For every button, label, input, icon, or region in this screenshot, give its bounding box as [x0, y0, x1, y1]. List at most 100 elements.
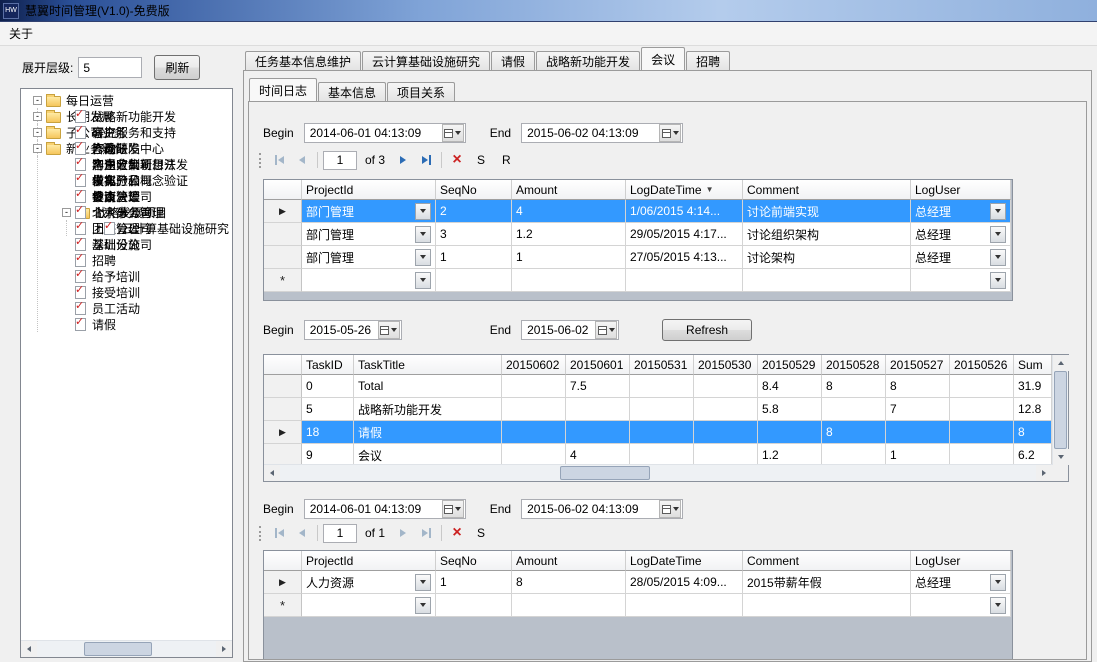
- column-header-ProjectId[interactable]: ProjectId: [302, 551, 436, 571]
- cell-20150531[interactable]: [630, 444, 694, 465]
- grid-row[interactable]: 部门管理31.229/05/2015 4:17...讨论组织架构总经理: [264, 223, 1012, 246]
- cell-ProjectId[interactable]: [302, 594, 436, 617]
- cell-20150526[interactable]: [950, 421, 1014, 444]
- cell-SeqNo[interactable]: [436, 269, 512, 292]
- main-tab-2[interactable]: 请假: [491, 51, 535, 70]
- cell-20150531[interactable]: [630, 398, 694, 421]
- cell-20150529[interactable]: 1.2: [758, 444, 822, 465]
- tree-expander-icon[interactable]: -: [33, 96, 42, 105]
- calendar-dropdown-icon[interactable]: [595, 321, 617, 339]
- tree-item[interactable]: ✓员工活动: [62, 300, 232, 316]
- cell-ProjectId[interactable]: 部门管理: [302, 246, 436, 269]
- tree-item[interactable]: ✓给予培训: [62, 268, 232, 284]
- dropdown-button[interactable]: [990, 272, 1006, 289]
- move-last-button[interactable]: [416, 150, 436, 170]
- main-tab-0[interactable]: 任务基本信息维护: [245, 51, 361, 70]
- cell-LogUser[interactable]: 总经理: [911, 200, 1011, 223]
- scrollbar-track[interactable]: [37, 641, 216, 657]
- cell-LogUser[interactable]: 总经理: [911, 223, 1011, 246]
- column-header-20150526[interactable]: 20150526: [950, 355, 1014, 375]
- column-header-20150602[interactable]: 20150602: [502, 355, 566, 375]
- cell-TaskID[interactable]: 9: [302, 444, 354, 465]
- cell-ProjectId[interactable]: 人力资源: [302, 571, 436, 594]
- column-header-TaskTitle[interactable]: TaskTitle: [354, 355, 502, 375]
- save-button[interactable]: S: [470, 524, 492, 542]
- grid-corner-cell[interactable]: [264, 551, 302, 571]
- tree-expander-icon[interactable]: -: [62, 208, 71, 217]
- cell-Sum[interactable]: 31.9: [1014, 375, 1052, 398]
- bottom-end-datetime-picker[interactable]: 2015-06-02 04:13:09: [521, 499, 683, 519]
- column-header-LogDateTime[interactable]: LogDateTime: [626, 551, 743, 571]
- cell-LogUser[interactable]: 总经理: [911, 246, 1011, 269]
- detail-tab-2[interactable]: 项目关系: [387, 82, 455, 101]
- move-previous-button[interactable]: [292, 150, 312, 170]
- refresh-summary-button[interactable]: Refresh: [662, 319, 752, 341]
- row-header[interactable]: [264, 246, 302, 269]
- cell-Amount[interactable]: [512, 269, 626, 292]
- column-header-Comment[interactable]: Comment: [743, 180, 911, 200]
- save-button[interactable]: S: [470, 151, 492, 169]
- tree-item[interactable]: ✓产生收集新想法: [62, 156, 232, 172]
- scroll-up-button[interactable]: [1053, 355, 1069, 371]
- scroll-down-button[interactable]: [1053, 449, 1069, 465]
- main-tab-5[interactable]: 招聘: [686, 51, 730, 70]
- grid-row[interactable]: 0Total7.58.48831.9: [264, 375, 1052, 398]
- dropdown-button[interactable]: [990, 226, 1006, 243]
- dropdown-button[interactable]: [990, 574, 1006, 591]
- position-input[interactable]: 1: [323, 151, 357, 170]
- column-header-20150601[interactable]: 20150601: [566, 355, 630, 375]
- cell-20150602[interactable]: [502, 444, 566, 465]
- grid-row[interactable]: ▶18请假88: [264, 421, 1052, 444]
- main-tab-3[interactable]: 战略新功能开发: [536, 51, 640, 70]
- cell-LogDateTime[interactable]: 29/05/2015 4:17...: [626, 223, 743, 246]
- cell-20150530[interactable]: [694, 398, 758, 421]
- dropdown-button[interactable]: [990, 597, 1006, 614]
- cell-TaskID[interactable]: 18: [302, 421, 354, 444]
- cell-20150526[interactable]: [950, 444, 1014, 465]
- grid-row[interactable]: ▶部门管理241/06/2015 4:14...讨论前端实现总经理: [264, 200, 1012, 223]
- grid-row[interactable]: 部门管理1127/05/2015 4:13...讨论架构总经理: [264, 246, 1012, 269]
- cell-LogDateTime[interactable]: [626, 594, 743, 617]
- column-header-SeqNo[interactable]: SeqNo: [436, 180, 512, 200]
- calendar-dropdown-icon[interactable]: [659, 500, 681, 518]
- main-tab-4[interactable]: 会议: [641, 47, 685, 70]
- current-row-indicator[interactable]: ▶: [264, 200, 302, 223]
- cell-20150526[interactable]: [950, 398, 1014, 421]
- new-row-indicator[interactable]: *: [264, 269, 302, 292]
- cell-SeqNo[interactable]: [436, 594, 512, 617]
- cell-LogUser[interactable]: [911, 269, 1011, 292]
- row-header[interactable]: [264, 223, 302, 246]
- cell-Comment[interactable]: 讨论架构: [743, 246, 911, 269]
- scroll-left-button[interactable]: [264, 465, 280, 481]
- row-header[interactable]: [264, 398, 302, 421]
- column-header-TaskID[interactable]: TaskID: [302, 355, 354, 375]
- scrollbar-track[interactable]: [1053, 371, 1068, 449]
- cell-20150601[interactable]: 7.5: [566, 375, 630, 398]
- move-first-button[interactable]: [269, 150, 289, 170]
- scrollbar-thumb[interactable]: [84, 642, 152, 656]
- column-header-Amount[interactable]: Amount: [512, 180, 626, 200]
- cell-20150527[interactable]: [886, 421, 950, 444]
- cell-Comment[interactable]: [743, 269, 911, 292]
- move-previous-button[interactable]: [292, 523, 312, 543]
- cell-20150601[interactable]: 4: [566, 444, 630, 465]
- dropdown-button[interactable]: [415, 249, 431, 266]
- column-header-20150528[interactable]: 20150528: [822, 355, 886, 375]
- cell-SeqNo[interactable]: 1: [436, 571, 512, 594]
- tree-item[interactable]: ✓请假: [62, 316, 232, 332]
- move-last-button[interactable]: [416, 523, 436, 543]
- dropdown-button[interactable]: [415, 272, 431, 289]
- cell-20150529[interactable]: [758, 421, 822, 444]
- cell-LogDateTime[interactable]: [626, 269, 743, 292]
- grid-corner-cell[interactable]: [264, 355, 302, 375]
- move-first-button[interactable]: [269, 523, 289, 543]
- cell-TaskTitle[interactable]: Total: [354, 375, 502, 398]
- scrollbar-thumb[interactable]: [1054, 371, 1067, 449]
- column-header-20150529[interactable]: 20150529: [758, 355, 822, 375]
- detail-tab-0[interactable]: 时间日志: [249, 78, 317, 101]
- cell-Comment[interactable]: 讨论前端实现: [743, 200, 911, 223]
- calendar-dropdown-icon[interactable]: [442, 124, 464, 142]
- new-row-indicator[interactable]: *: [264, 594, 302, 617]
- grid-row[interactable]: *: [264, 269, 1012, 292]
- summary-horizontal-scrollbar[interactable]: [264, 464, 1052, 481]
